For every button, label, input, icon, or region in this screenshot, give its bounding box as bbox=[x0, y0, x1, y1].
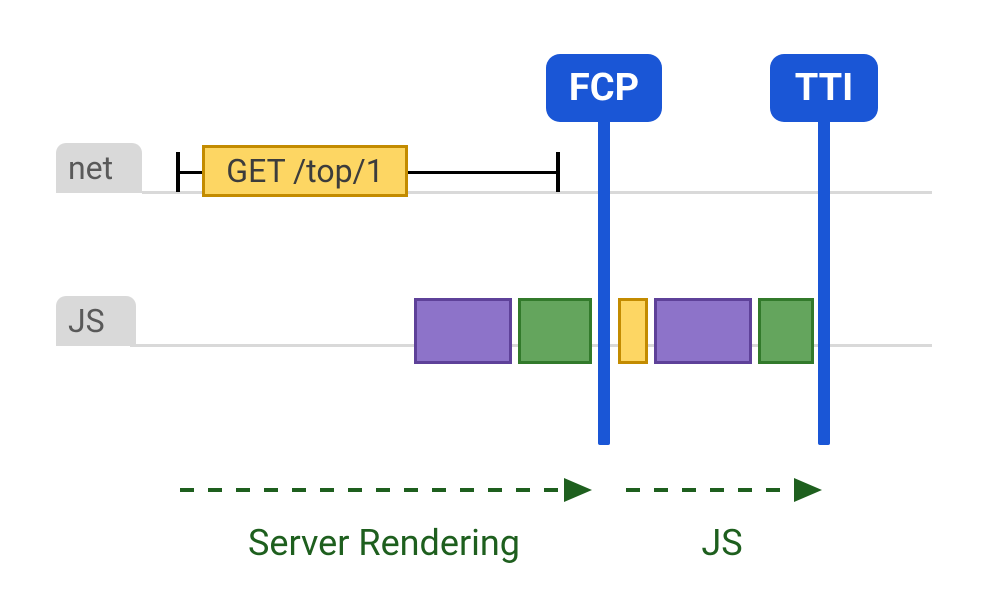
phase-label-js: JS bbox=[626, 522, 818, 564]
phase-label-server: Server Rendering bbox=[180, 522, 588, 564]
timeline-diagram: net GET /top/1 JS FCP TTI Server Renderi… bbox=[0, 0, 994, 614]
